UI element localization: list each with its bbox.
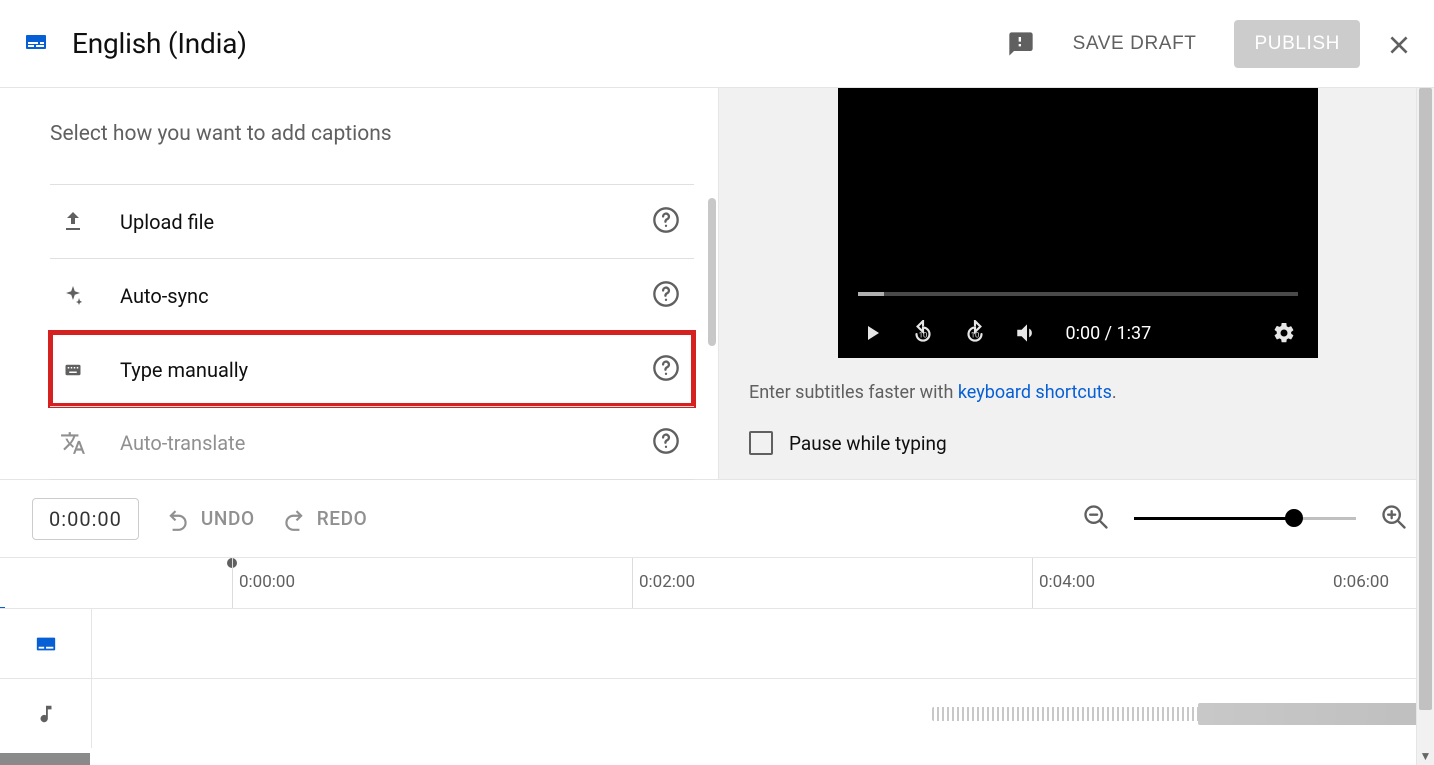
caption-track[interactable] xyxy=(92,608,1434,678)
replay-10-icon[interactable]: 10 xyxy=(910,320,936,346)
gear-icon[interactable] xyxy=(1272,321,1296,345)
zoom-out-icon[interactable] xyxy=(1082,503,1110,535)
video-progress-fill xyxy=(858,292,884,296)
undo-button[interactable]: UNDO xyxy=(165,506,255,532)
keyboard-shortcuts-link[interactable]: keyboard shortcuts xyxy=(958,382,1112,403)
zoom-slider[interactable] xyxy=(1134,517,1356,520)
option-auto-sync[interactable]: Auto-sync xyxy=(50,258,694,332)
help-icon[interactable] xyxy=(652,427,680,459)
subtitles-icon xyxy=(24,30,48,58)
page-title: English (India) xyxy=(72,27,247,60)
caption-track-header[interactable] xyxy=(0,608,91,678)
video-progress-bar[interactable] xyxy=(858,292,1298,296)
option-upload-file[interactable]: Upload file xyxy=(50,184,694,258)
sparkle-icon xyxy=(58,284,88,308)
volume-icon[interactable] xyxy=(1014,320,1040,346)
ruler-tick-label: 0:04:00 xyxy=(1033,572,1095,592)
scrollbar-down-arrow[interactable]: ▼ xyxy=(1417,749,1434,763)
timeline-time-input[interactable]: 0:00:00 xyxy=(32,498,139,540)
option-auto-translate[interactable]: Auto-translate xyxy=(50,406,694,480)
save-draft-button[interactable]: SAVE DRAFT xyxy=(1053,20,1217,68)
translate-icon xyxy=(58,430,88,456)
play-icon[interactable] xyxy=(860,321,884,345)
pause-while-typing-checkbox[interactable] xyxy=(749,431,773,455)
upload-icon xyxy=(58,210,88,234)
left-pane-scrollbar[interactable] xyxy=(708,198,716,346)
option-type-manually[interactable]: Type manually xyxy=(50,332,694,406)
zoom-in-icon[interactable] xyxy=(1380,503,1408,535)
publish-button[interactable]: PUBLISH xyxy=(1234,20,1360,68)
video-player[interactable]: 10 10 0:00 / 1:37 xyxy=(838,88,1318,358)
scrollbar-thumb[interactable] xyxy=(1419,88,1432,710)
audio-track-header[interactable] xyxy=(0,678,91,748)
help-icon[interactable] xyxy=(652,280,680,312)
option-label: Type manually xyxy=(120,358,248,382)
option-label: Auto-translate xyxy=(120,431,245,455)
help-icon[interactable] xyxy=(652,354,680,386)
ruler-tick-label: 0:02:00 xyxy=(633,572,695,592)
timeline-scroll-area[interactable]: 0:00:00 0:02:00 0:04:00 0:06:00 xyxy=(92,558,1434,747)
option-label: Auto-sync xyxy=(120,284,209,308)
svg-text:10: 10 xyxy=(970,330,979,339)
instruction-text: Select how you want to add captions xyxy=(50,122,694,146)
option-label: Upload file xyxy=(120,210,214,234)
keyboard-icon xyxy=(58,361,88,379)
close-icon[interactable] xyxy=(1386,32,1410,56)
timeline-ruler[interactable]: 0:00:00 0:02:00 0:04:00 0:06:00 xyxy=(92,558,1434,608)
help-icon[interactable] xyxy=(652,206,680,238)
video-time-display: 0:00 / 1:37 xyxy=(1066,323,1152,344)
forward-10-icon[interactable]: 10 xyxy=(962,320,988,346)
keyboard-shortcut-hint: Enter subtitles faster with keyboard sho… xyxy=(749,382,1406,403)
vertical-scrollbar[interactable]: ▼ xyxy=(1416,88,1434,765)
redo-button[interactable]: REDO xyxy=(281,506,368,532)
audio-track[interactable] xyxy=(92,678,1434,748)
ruler-tick-label: 0:00:00 xyxy=(233,572,295,592)
audio-waveform xyxy=(1198,703,1428,725)
footer-handle xyxy=(0,753,90,765)
ruler-tick-label: 0:06:00 xyxy=(1327,572,1389,592)
feedback-icon[interactable] xyxy=(1007,30,1035,58)
svg-text:10: 10 xyxy=(918,330,927,339)
zoom-slider-thumb[interactable] xyxy=(1285,509,1303,527)
pause-while-typing-label: Pause while typing xyxy=(789,432,947,455)
